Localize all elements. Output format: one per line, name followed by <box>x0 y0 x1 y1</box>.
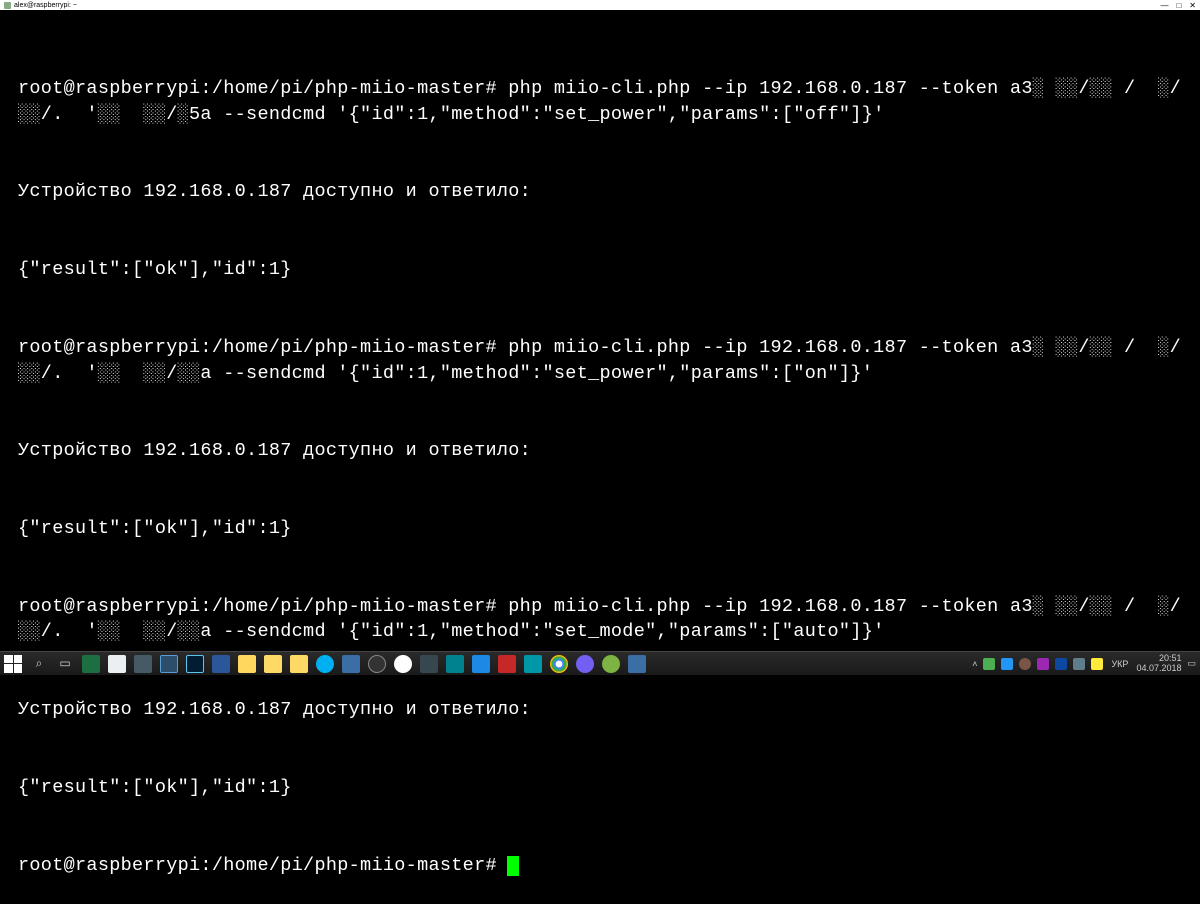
terminal-line: Устройство 192.168.0.187 доступно и отве… <box>18 438 1182 464</box>
terminal-line: {"result":["ok"],"id":1} <box>18 257 1182 283</box>
terminal-line: root@raspberrypi:/home/pi/php-miio-maste… <box>18 594 1182 646</box>
terminal-line: {"result":["ok"],"id":1} <box>18 775 1182 801</box>
notepad-icon[interactable] <box>108 655 126 673</box>
terminal-line: Устройство 192.168.0.187 доступно и отве… <box>18 179 1182 205</box>
file-explorer-icon[interactable] <box>238 655 256 673</box>
media-player-icon[interactable] <box>368 655 386 673</box>
app-icon[interactable] <box>498 655 516 673</box>
tray-icon[interactable] <box>1019 658 1031 670</box>
lightroom-icon[interactable] <box>160 655 178 673</box>
terminal-output[interactable]: root@raspberrypi:/home/pi/php-miio-maste… <box>0 10 1200 904</box>
putty-app-icon[interactable] <box>342 655 360 673</box>
search-icon[interactable]: ⌕ <box>30 655 48 673</box>
sticky-notes-icon[interactable] <box>264 655 282 673</box>
chrome-icon[interactable] <box>550 655 568 673</box>
excel-icon[interactable] <box>82 655 100 673</box>
terminal-line: {"result":["ok"],"id":1} <box>18 516 1182 542</box>
notification-center-icon[interactable]: ▭ <box>1187 658 1196 669</box>
word-icon[interactable] <box>212 655 230 673</box>
app-icon[interactable] <box>628 655 646 673</box>
tray-icon[interactable] <box>983 658 995 670</box>
tray-icon[interactable] <box>1055 658 1067 670</box>
viber-icon[interactable] <box>576 655 594 673</box>
maximize-button[interactable]: □ <box>1176 1 1181 10</box>
terminal-line: Устройство 192.168.0.187 доступно и отве… <box>18 697 1182 723</box>
tray-icon[interactable] <box>1091 658 1103 670</box>
window-titlebar: alex@raspberrypi: ~ — □ ✕ <box>0 0 1200 10</box>
photoshop-icon[interactable] <box>186 655 204 673</box>
show-hidden-icons[interactable]: ˄ <box>972 659 977 669</box>
start-button[interactable] <box>4 655 22 673</box>
minimize-button[interactable]: — <box>1160 1 1168 10</box>
windows-taskbar: ⌕ ▭ ˄ УКР 20:51 04.0 <box>0 651 1200 675</box>
terminal-prompt-line: root@raspberrypi:/home/pi/php-miio-maste… <box>18 853 1182 879</box>
app-icon[interactable] <box>472 655 490 673</box>
putty-icon <box>4 2 11 9</box>
terminal-cursor <box>507 856 519 876</box>
internet-explorer-icon[interactable] <box>394 655 412 673</box>
system-tray: ˄ УКР 20:51 04.07.2018 ▭ <box>972 654 1196 674</box>
tray-icon[interactable] <box>1037 658 1049 670</box>
skype-icon[interactable] <box>316 655 334 673</box>
edge-icon[interactable] <box>524 655 542 673</box>
app-icon[interactable] <box>420 655 438 673</box>
close-button[interactable]: ✕ <box>1189 1 1196 10</box>
app-icon[interactable] <box>134 655 152 673</box>
terminal-line: root@raspberrypi:/home/pi/php-miio-maste… <box>18 335 1182 387</box>
language-indicator[interactable]: УКР <box>1109 659 1130 669</box>
network-icon[interactable] <box>1073 658 1085 670</box>
task-view-icon[interactable]: ▭ <box>56 655 74 673</box>
tray-icon[interactable] <box>1001 658 1013 670</box>
app-icon[interactable] <box>290 655 308 673</box>
terminal-line: root@raspberrypi:/home/pi/php-miio-maste… <box>18 76 1182 128</box>
app-icon[interactable] <box>446 655 464 673</box>
window-title: alex@raspberrypi: ~ <box>14 2 77 9</box>
app-icon[interactable] <box>602 655 620 673</box>
taskbar-clock[interactable]: 20:51 04.07.2018 <box>1136 654 1181 674</box>
